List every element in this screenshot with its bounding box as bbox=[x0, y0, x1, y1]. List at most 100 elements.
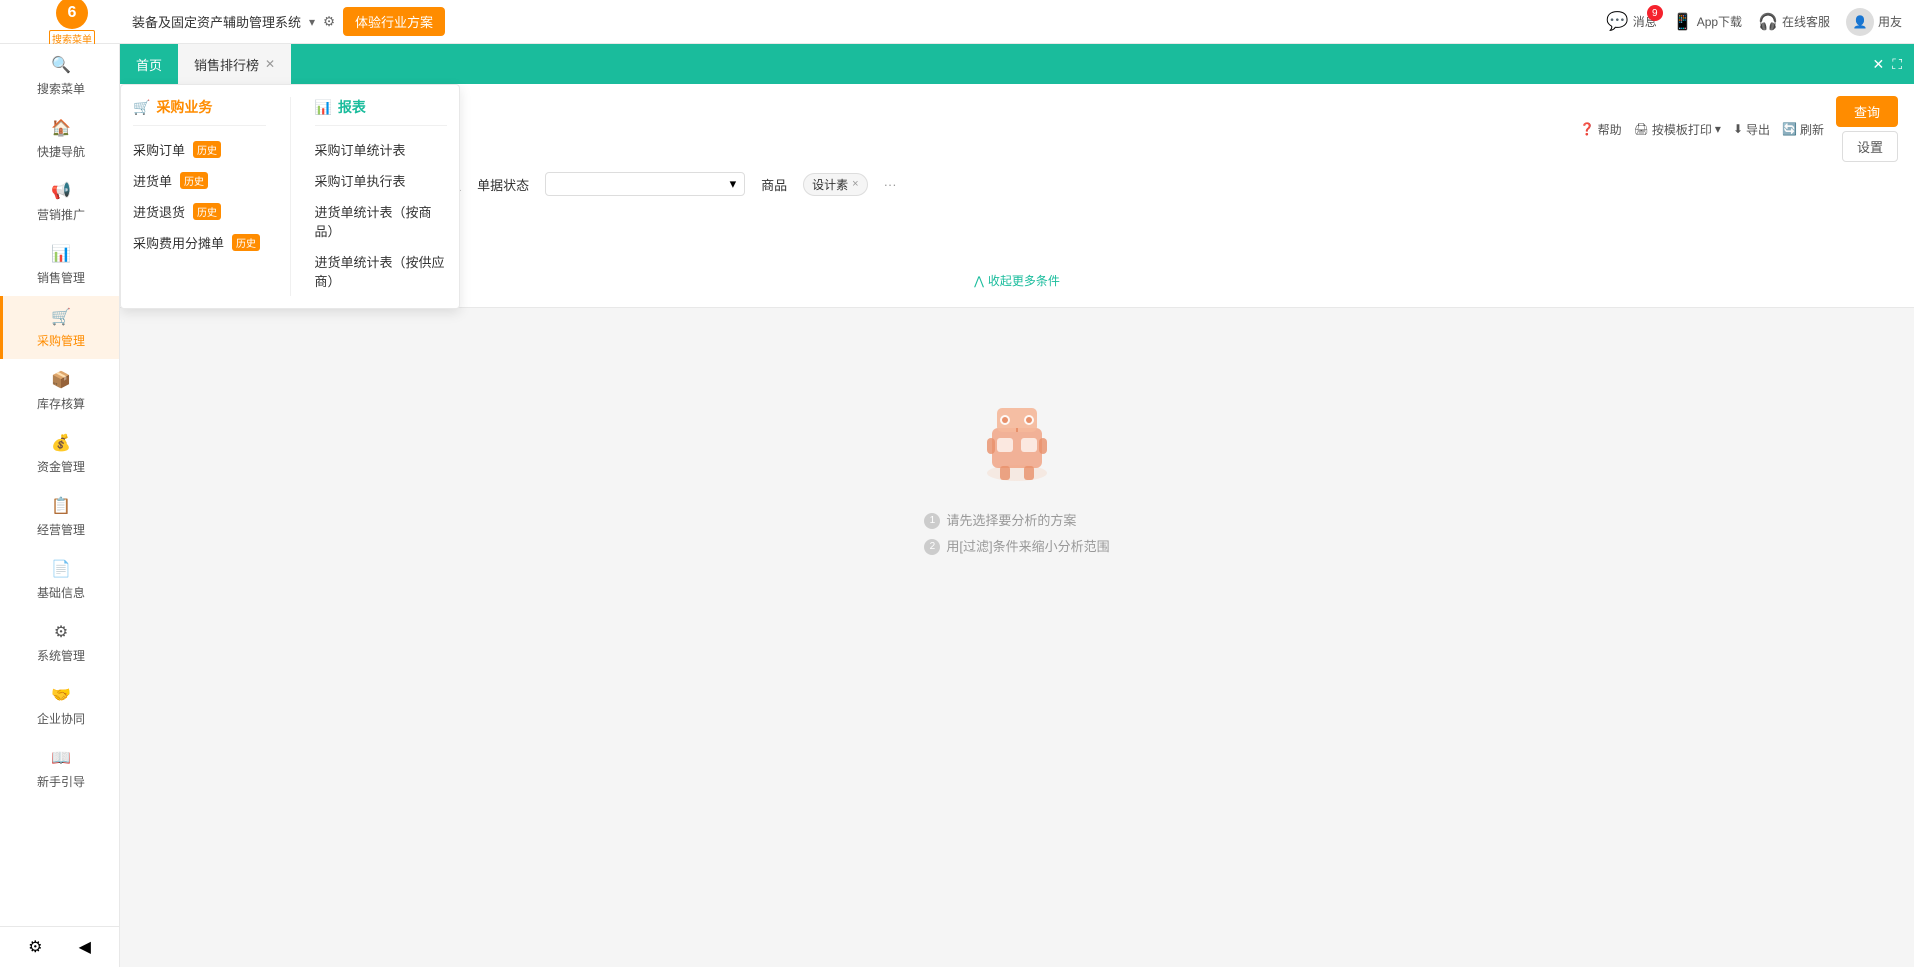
goods-return-label: 进货退货 bbox=[133, 202, 185, 221]
goods-tag: 设计素 × bbox=[803, 173, 867, 196]
search-icon: 🔍 bbox=[50, 54, 72, 76]
sidebar-item-guide[interactable]: 📖 新手引导 bbox=[0, 737, 119, 800]
industry-button[interactable]: 体验行业方案 bbox=[343, 7, 445, 36]
goods-label: 商品 bbox=[761, 175, 787, 194]
app-download-label: App下载 bbox=[1697, 13, 1742, 30]
tab-close-icon[interactable]: ✕ bbox=[265, 57, 275, 71]
empty-text: 1 请先选择要分析的方案 2 用[过滤]条件来缩小分析范围 bbox=[924, 508, 1109, 560]
user-area[interactable]: 👤 用友 bbox=[1846, 8, 1902, 36]
goods-return-history-badge: 历史 bbox=[193, 203, 221, 220]
query-button[interactable]: 查询 bbox=[1836, 96, 1898, 127]
message-button[interactable]: 💬 9 消息 bbox=[1606, 11, 1656, 32]
tab-sales-rank[interactable]: 销售排行榜 ✕ bbox=[178, 44, 291, 84]
sidebar-footer-settings[interactable]: ⚙ bbox=[28, 937, 42, 957]
finance-icon: 💰 bbox=[50, 432, 72, 454]
hint-1-text: 请先选择要分析的方案 bbox=[946, 508, 1076, 534]
header-settings-button[interactable]: ⚙ bbox=[323, 14, 335, 30]
sidebar-item-search-label: 搜索菜单 bbox=[37, 80, 85, 97]
sidebar-item-marketing[interactable]: 📢 营销推广 bbox=[0, 170, 119, 233]
purchase-dropdown-menu: 🛒 采购业务 采购订单 历史 进货单 历史 进货退货 bbox=[120, 84, 460, 309]
system-icon: ⚙ bbox=[50, 621, 72, 643]
refresh-label: 刷新 bbox=[1800, 121, 1824, 138]
sidebar-footer: ⚙ ◀ bbox=[0, 926, 119, 967]
dropdown-columns: 🛒 采购业务 采购订单 历史 进货单 历史 进货退货 bbox=[133, 97, 447, 296]
sidebar-item-navigation[interactable]: 🏠 快捷导航 bbox=[0, 107, 119, 170]
print-label: 按模板打印 bbox=[1652, 121, 1712, 138]
online-service-label: 在线客服 bbox=[1782, 13, 1830, 30]
help-label: 帮助 bbox=[1598, 121, 1622, 138]
app-download-button[interactable]: 📱 App下载 bbox=[1673, 12, 1742, 32]
purchase-column-header: 🛒 采购业务 bbox=[133, 97, 266, 126]
print-dropdown-icon: ▾ bbox=[1715, 122, 1721, 136]
goods-receipt-item[interactable]: 进货单 历史 bbox=[133, 165, 266, 196]
goods-summary-supplier-item[interactable]: 进货单统计表（按供应商） bbox=[315, 246, 448, 296]
report-header-icon: 📊 bbox=[315, 99, 332, 116]
purchase-order-item[interactable]: 采购订单 历史 bbox=[133, 134, 266, 165]
sidebar-item-inventory[interactable]: 📦 库存核算 bbox=[0, 359, 119, 422]
sidebar-item-operation[interactable]: 📋 经营管理 bbox=[0, 485, 119, 548]
hint-1-number: 1 bbox=[924, 513, 940, 529]
online-service-button[interactable]: 🎧 在线客服 bbox=[1758, 12, 1830, 32]
report-column: 📊 报表 采购订单统计表 采购订单执行表 进货单统计表（按商品） bbox=[315, 97, 448, 296]
purchase-column: 🛒 采购业务 采购订单 历史 进货单 历史 进货退货 bbox=[133, 97, 266, 296]
goods-more-options[interactable]: ··· bbox=[884, 177, 897, 192]
collab-icon: 🤝 bbox=[50, 684, 72, 706]
sidebar-item-marketing-label: 营销推广 bbox=[37, 206, 85, 223]
purchase-expense-label: 采购费用分摊单 bbox=[133, 233, 224, 252]
refresh-icon: 🔄 bbox=[1782, 122, 1797, 136]
window-close-button[interactable]: ✕ bbox=[1872, 56, 1884, 73]
sidebar-item-sales[interactable]: 📊 销售管理 bbox=[0, 233, 119, 296]
basic-icon: 📄 bbox=[50, 558, 72, 580]
purchase-expense-history-badge: 历史 bbox=[232, 234, 260, 251]
sidebar-item-basic[interactable]: 📄 基础信息 bbox=[0, 548, 119, 611]
header-right: 💬 9 消息 📱 App下载 🎧 在线客服 👤 用友 bbox=[1606, 8, 1902, 36]
sidebar-item-inventory-label: 库存核算 bbox=[37, 395, 85, 412]
report-column-title: 报表 bbox=[338, 97, 366, 117]
top-header: 6 搜索菜单 装备及固定资产辅助管理系统 ▾ ⚙ 体验行业方案 💬 9 消息 📱… bbox=[0, 0, 1914, 44]
sidebar-item-search[interactable]: 🔍 搜索菜单 bbox=[0, 44, 119, 107]
sidebar-collapse-button[interactable]: ◀ bbox=[79, 937, 91, 957]
purchase-expense-item[interactable]: 采购费用分摊单 历史 bbox=[133, 227, 266, 258]
purchase-icon: 🛒 bbox=[50, 306, 72, 328]
window-maximize-button[interactable]: ⛶ bbox=[1892, 56, 1902, 73]
help-button[interactable]: ❓ 帮助 bbox=[1580, 121, 1622, 138]
system-title: 装备及固定资产辅助管理系统 bbox=[132, 12, 301, 31]
tab-sales-rank-label: 销售排行榜 bbox=[194, 55, 259, 74]
purchase-order-exec-item[interactable]: 采购订单执行表 bbox=[315, 165, 448, 196]
export-button[interactable]: ⬇ 导出 bbox=[1733, 121, 1770, 138]
header-center: 装备及固定资产辅助管理系统 ▾ ⚙ 体验行业方案 bbox=[132, 7, 1606, 36]
refresh-button[interactable]: 🔄 刷新 bbox=[1782, 121, 1824, 138]
logo-icon: 6 bbox=[56, 0, 88, 29]
goods-tag-remove[interactable]: × bbox=[852, 178, 858, 190]
sidebar-item-finance-label: 资金管理 bbox=[37, 458, 85, 475]
empty-illustration bbox=[967, 388, 1067, 488]
goods-receipt-label: 进货单 bbox=[133, 171, 172, 190]
sidebar-item-navigation-label: 快捷导航 bbox=[37, 143, 85, 160]
sidebar-item-collab[interactable]: 🤝 企业协同 bbox=[0, 674, 119, 737]
sidebar-item-system-label: 系统管理 bbox=[37, 647, 85, 664]
purchase-order-summary-item[interactable]: 采购订单统计表 bbox=[315, 134, 448, 165]
inventory-icon: 📦 bbox=[50, 369, 72, 391]
hint-2-text: 用[过滤]条件来缩小分析范围 bbox=[946, 534, 1109, 560]
goods-return-item[interactable]: 进货退货 历史 bbox=[133, 196, 266, 227]
sidebar-item-operation-label: 经营管理 bbox=[37, 521, 85, 538]
operation-icon: 📋 bbox=[50, 495, 72, 517]
sidebar-item-finance[interactable]: 💰 资金管理 bbox=[0, 422, 119, 485]
filter-settings-button[interactable]: 设置 bbox=[1842, 131, 1898, 162]
tab-bar: 首页 销售排行榜 ✕ ✕ ⛶ 🛒 采购业务 bbox=[120, 44, 1914, 84]
purchase-order-exec-label: 采购订单执行表 bbox=[315, 171, 406, 190]
voucher-status-select[interactable]: ▾ bbox=[545, 172, 745, 196]
tab-home[interactable]: 首页 bbox=[120, 44, 178, 84]
goods-summary-supplier-label: 进货单统计表（按供应商） bbox=[315, 252, 448, 290]
purchase-order-label: 采购订单 bbox=[133, 140, 185, 159]
tab-home-label: 首页 bbox=[136, 55, 162, 74]
system-dropdown-button[interactable]: ▾ bbox=[309, 15, 315, 29]
collapse-up-icon: ⋀ bbox=[974, 274, 984, 288]
sidebar-item-purchase[interactable]: 🛒 采购管理 bbox=[0, 296, 119, 359]
column-divider bbox=[290, 97, 291, 296]
print-button[interactable]: 🖨 按模板打印 ▾ bbox=[1634, 121, 1721, 138]
message-badge: 9 bbox=[1647, 5, 1663, 21]
help-icon: ❓ bbox=[1580, 122, 1595, 136]
sidebar-item-system[interactable]: ⚙ 系统管理 bbox=[0, 611, 119, 674]
goods-summary-goods-item[interactable]: 进货单统计表（按商品） bbox=[315, 196, 448, 246]
